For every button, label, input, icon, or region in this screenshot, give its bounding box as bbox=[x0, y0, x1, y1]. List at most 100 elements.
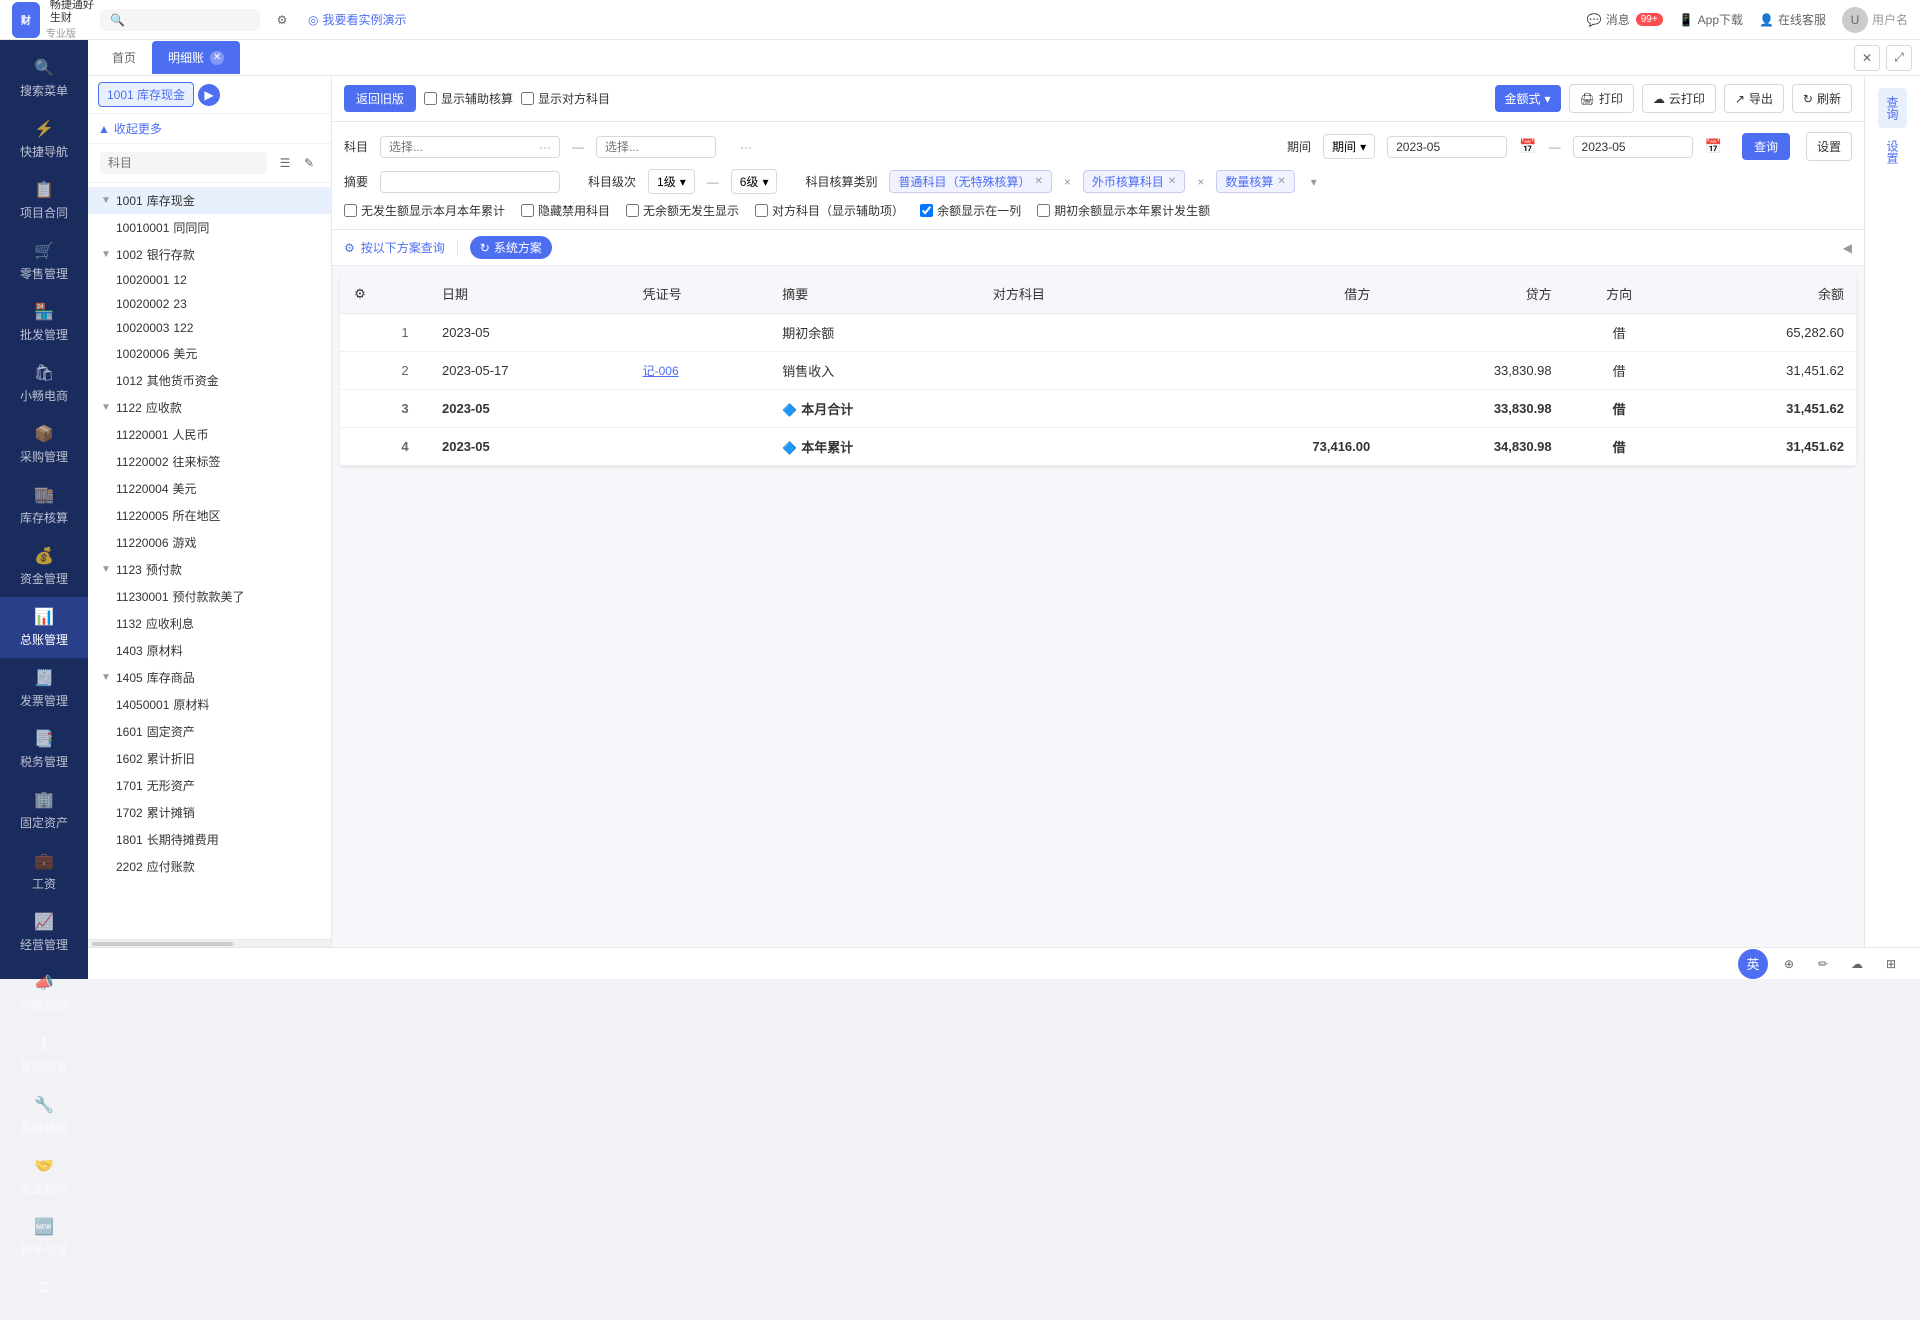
sidebar-item-base[interactable]: ℹ 基础信息 bbox=[0, 1024, 88, 1085]
tree-item-11230001[interactable]: 11230001 预付款款美了 bbox=[88, 583, 331, 610]
sidebar-item-cooperation[interactable]: 🤝 企业协同 bbox=[0, 1146, 88, 1207]
amount-format-btn[interactable]: 金额式 ▾ bbox=[1495, 85, 1561, 112]
right-settings-btn[interactable]: 设置 bbox=[1878, 132, 1907, 172]
right-query-btn[interactable]: 查询 bbox=[1878, 88, 1907, 128]
filter-collapse-btn[interactable]: ◀ bbox=[1843, 241, 1852, 255]
th-settings[interactable]: ⚙ bbox=[340, 274, 380, 314]
level-end-select[interactable]: 6级 ▾ bbox=[731, 169, 778, 194]
system-scheme-btn[interactable]: ↻ 系统方案 bbox=[470, 236, 552, 259]
bottom-icon-2[interactable]: ✏ bbox=[1810, 951, 1836, 977]
demo-link[interactable]: ◎ 我要看实例演示 bbox=[304, 11, 407, 28]
tree-item-1403[interactable]: 1403 原材料 bbox=[88, 637, 331, 664]
tree-item-14050001[interactable]: 14050001 原材料 bbox=[88, 691, 331, 718]
tree-item-10020002[interactable]: 10020002 23 bbox=[88, 292, 331, 316]
sidebar-item-purchase[interactable]: 📦 采购管理 bbox=[0, 414, 88, 475]
close-panel-btn[interactable]: ✕ bbox=[1854, 45, 1880, 71]
tree-item-11220002[interactable]: 11220002 往来标签 bbox=[88, 448, 331, 475]
tree-list-icon[interactable]: ☰ bbox=[275, 153, 295, 173]
tree-item-1001[interactable]: ▼ 1001 库存现金 bbox=[88, 187, 331, 214]
lang-switch-btn[interactable]: 英 bbox=[1738, 949, 1768, 979]
tree-item-11220004[interactable]: 11220004 美元 bbox=[88, 475, 331, 502]
tree-item-11220005[interactable]: 11220005 所在地区 bbox=[88, 502, 331, 529]
tree-item-1602[interactable]: 1602 累计折旧 bbox=[88, 745, 331, 772]
subject-input-2[interactable] bbox=[596, 136, 716, 158]
bottom-icon-4[interactable]: ⊞ bbox=[1878, 951, 1904, 977]
tree-item-10020001[interactable]: 10020001 12 bbox=[88, 268, 331, 292]
sidebar-item-ecommerce[interactable]: 🛍 小畅电商 bbox=[0, 353, 88, 414]
checkbox-show-contra[interactable]: 对方科目（显示辅助项） bbox=[755, 202, 904, 219]
checkbox-opening-ytd[interactable]: 期初余额显示本年累计发生额 bbox=[1037, 202, 1210, 219]
refresh-btn[interactable]: ↻ 刷新 bbox=[1792, 84, 1852, 113]
user-avatar[interactable]: U 用户名 bbox=[1842, 7, 1908, 33]
tree-item-10020003[interactable]: 10020003 122 bbox=[88, 316, 331, 340]
tree-item-11220006[interactable]: 11220006 游戏 bbox=[88, 529, 331, 556]
message-btn[interactable]: 💬 消息 99+ bbox=[1587, 11, 1663, 28]
export-btn[interactable]: ↗ 导出 bbox=[1724, 84, 1784, 113]
sidebar-item-operations[interactable]: 📈 经营管理 bbox=[0, 902, 88, 963]
show-aux-checkbox[interactable]: 显示辅助核算 bbox=[424, 90, 513, 107]
tab-detail[interactable]: 明细账 ✕ bbox=[152, 41, 240, 74]
sidebar-item-sales[interactable]: 📣 小畅报销 bbox=[0, 963, 88, 1024]
online-service-btn[interactable]: 👤 在线客服 bbox=[1759, 11, 1826, 28]
tree-item-1002[interactable]: ▼ 1002 银行存款 bbox=[88, 241, 331, 268]
expand-panel-btn[interactable]: ⤢ bbox=[1886, 45, 1912, 71]
search-box[interactable]: 🔍 bbox=[100, 9, 260, 31]
query-btn[interactable]: 查询 bbox=[1742, 133, 1790, 160]
period-start-input[interactable] bbox=[1387, 136, 1507, 158]
sidebar-item-invoice[interactable]: 🧾 发票管理 bbox=[0, 658, 88, 719]
td-voucher-2[interactable]: 记-006 bbox=[631, 352, 771, 390]
cloud-print-btn[interactable]: ☁ 云打印 bbox=[1642, 84, 1716, 113]
tree-item-1405[interactable]: ▼ 1405 库存商品 bbox=[88, 664, 331, 691]
tree-item-1801[interactable]: 1801 长期待摊费用 bbox=[88, 826, 331, 853]
filter-tag-close-1[interactable]: ✕ bbox=[1035, 176, 1043, 187]
sidebar-item-ledger[interactable]: 📊 总账管理 bbox=[0, 597, 88, 658]
sidebar-item-wholesale[interactable]: 🏪 批发管理 bbox=[0, 292, 88, 353]
subject-input[interactable]: ··· bbox=[380, 136, 560, 158]
checkbox-balance-one-col[interactable]: 余额显示在一列 bbox=[920, 202, 1021, 219]
sidebar-item-quicknav[interactable]: ⚡ 快捷导航 bbox=[0, 109, 88, 170]
sidebar-item-payroll[interactable]: 💼 工资 bbox=[0, 841, 88, 902]
tree-item-1701[interactable]: 1701 无形资产 bbox=[88, 772, 331, 799]
tree-item-1123[interactable]: ▼ 1123 预付款 bbox=[88, 556, 331, 583]
tree-nav-arrow[interactable]: ▶ bbox=[198, 84, 220, 106]
tree-item-1122[interactable]: ▼ 1122 应收款 bbox=[88, 394, 331, 421]
tree-item-1702[interactable]: 1702 累计摊销 bbox=[88, 799, 331, 826]
query-config-btn[interactable]: ⚙ 按以下方案查询 bbox=[344, 239, 445, 256]
period-end-input[interactable] bbox=[1573, 136, 1693, 158]
bottom-icon-3[interactable]: ☁ bbox=[1844, 951, 1870, 977]
search-input[interactable] bbox=[129, 13, 250, 27]
tab-home[interactable]: 首页 bbox=[96, 41, 152, 74]
settings-btn[interactable]: 设置 bbox=[1806, 132, 1852, 161]
tree-item-11220001[interactable]: 11220001 人民币 bbox=[88, 421, 331, 448]
tree-search[interactable] bbox=[100, 152, 267, 174]
sidebar-item-tax[interactable]: 📑 税务管理 bbox=[0, 719, 88, 780]
show-contra-checkbox[interactable]: 显示对方科目 bbox=[521, 90, 610, 107]
checkbox-hide-disabled[interactable]: 隐藏禁用科目 bbox=[521, 202, 610, 219]
checkbox-no-balance-no-occur[interactable]: 无余额无发生显示 bbox=[626, 202, 739, 219]
sidebar-item-retail[interactable]: 🛒 零售管理 bbox=[0, 231, 88, 292]
tree-scrollbar-thumb[interactable] bbox=[92, 942, 233, 946]
filter-tag-close-2[interactable]: ✕ bbox=[1168, 176, 1176, 187]
tree-edit-icon[interactable]: ✎ bbox=[299, 153, 319, 173]
tree-item-10010001[interactable]: 10010001 同同同 bbox=[88, 214, 331, 241]
print-btn[interactable]: 🖨 打印 bbox=[1569, 84, 1634, 113]
sidebar-item-settings[interactable]: ⚙ bbox=[0, 1268, 88, 1308]
sidebar-item-search[interactable]: 🔍 搜索菜单 bbox=[0, 48, 88, 109]
checkbox-no-balance[interactable]: 无发生额显示本月本年累计 bbox=[344, 202, 505, 219]
tree-search-input[interactable] bbox=[108, 156, 259, 170]
tree-item-1601[interactable]: 1601 固定资产 bbox=[88, 718, 331, 745]
tree-item-10020006[interactable]: 10020006 美元 bbox=[88, 340, 331, 367]
return-old-btn[interactable]: 返回旧版 bbox=[344, 85, 416, 112]
sidebar-item-cashflow[interactable]: 💰 资金管理 bbox=[0, 536, 88, 597]
tree-item-2202[interactable]: 2202 应付账款 bbox=[88, 853, 331, 880]
app-download-btn[interactable]: 📱 App下载 bbox=[1679, 11, 1743, 28]
sidebar-item-sysconfig[interactable]: 🔧 系统管理 bbox=[0, 1085, 88, 1146]
expand-more-btn[interactable]: ▲ 收起更多 bbox=[88, 114, 331, 144]
tree-current-item[interactable]: 1001 库存现金 bbox=[98, 82, 194, 107]
sidebar-item-assets[interactable]: 🏢 固定资产 bbox=[0, 780, 88, 841]
tree-item-1132[interactable]: 1132 应收利息 bbox=[88, 610, 331, 637]
settings-gear-btn[interactable]: ⚙ bbox=[268, 6, 296, 34]
tab-close-btn[interactable]: ✕ bbox=[210, 51, 224, 65]
period-type-select[interactable]: 期间 ▾ bbox=[1323, 134, 1375, 159]
sidebar-item-guide[interactable]: 🆕 新手引导 bbox=[0, 1207, 88, 1268]
